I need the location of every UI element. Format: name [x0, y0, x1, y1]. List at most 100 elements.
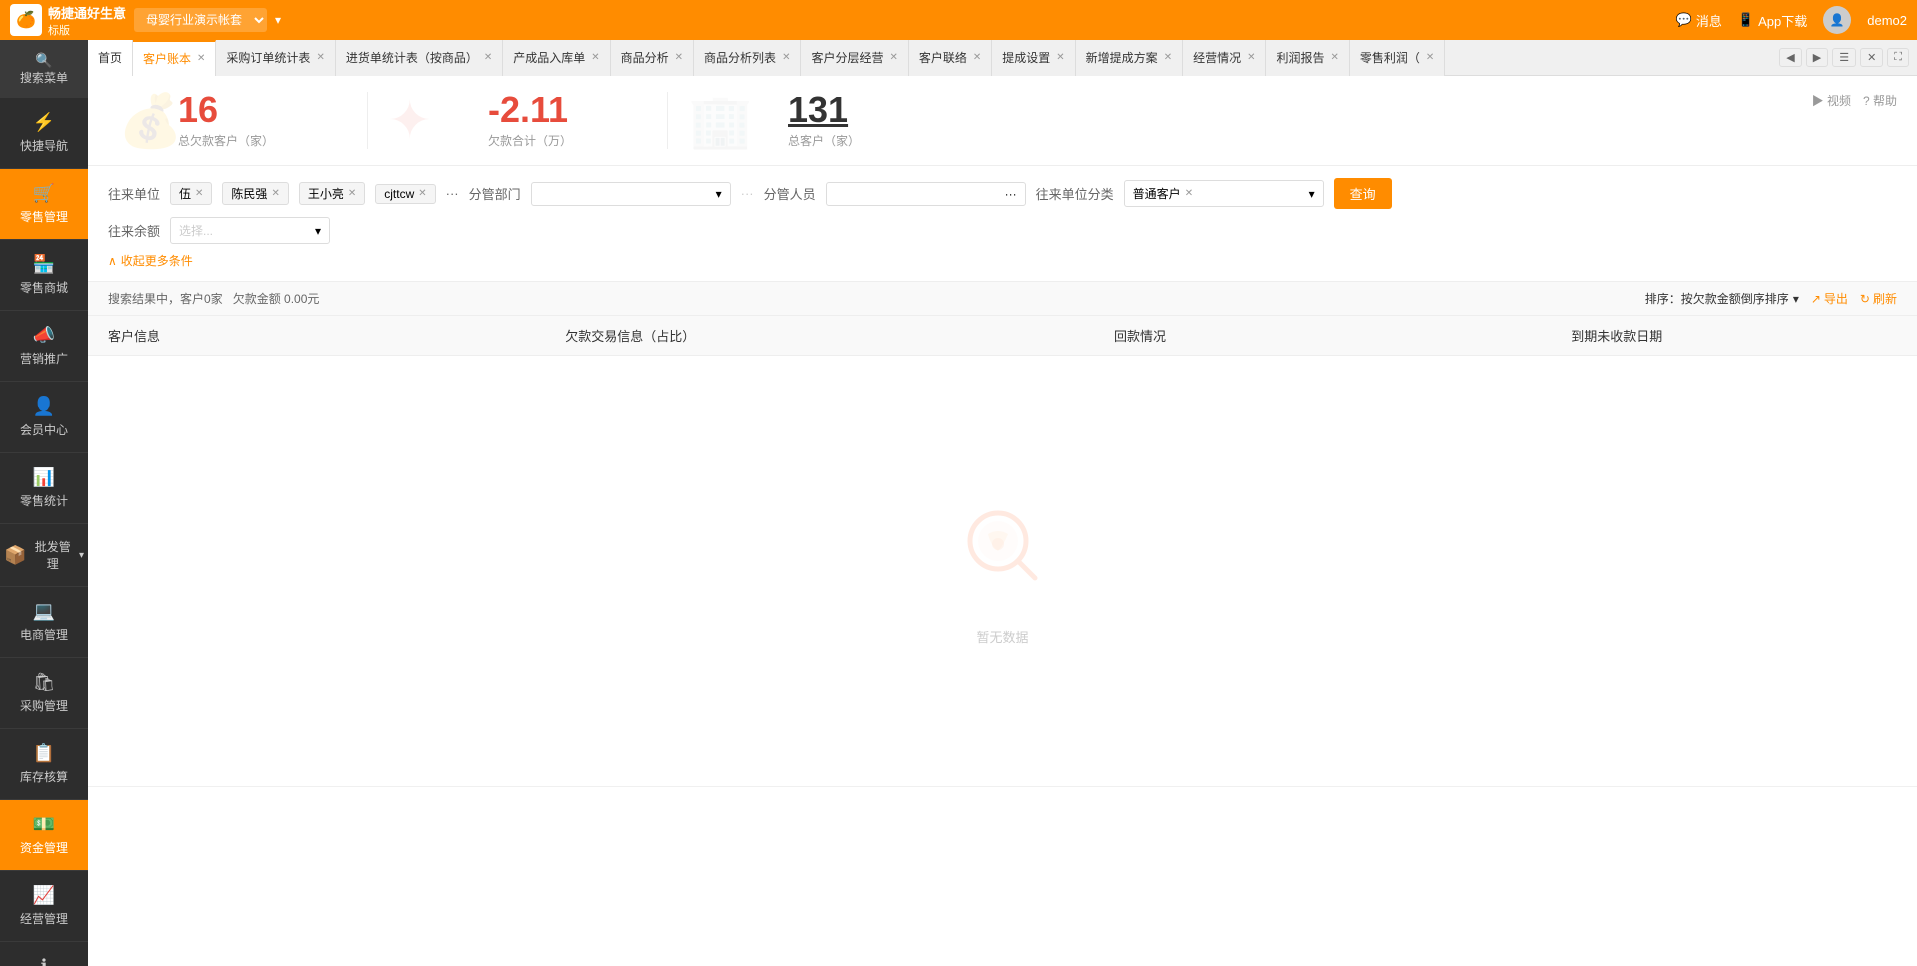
- logo-text: 畅捷通好生意: [48, 3, 126, 22]
- help-btn[interactable]: ? 帮助: [1863, 92, 1897, 109]
- tab-customer-layer[interactable]: 客户分层经营 ✕: [801, 40, 908, 76]
- tab-retail-profit[interactable]: 零售利润（ ✕: [1350, 40, 1445, 76]
- sidebar-item-finance[interactable]: 💵 资金管理: [0, 800, 88, 871]
- stat-block-customers: 💰 16 总欠款客户（家）: [108, 92, 368, 149]
- logo-icon: 🍊: [10, 4, 42, 36]
- unit-class-selector[interactable]: 普通客户 ✕ ▾: [1124, 180, 1324, 207]
- tab-close-purchase-goods[interactable]: ✕: [484, 52, 492, 63]
- tab-purchase-stats[interactable]: 采购订单统计表 ✕: [216, 40, 335, 76]
- filter-tag-chen: 陈民强 ✕: [222, 182, 288, 205]
- stat-label-customers: 总欠款客户（家）: [178, 132, 274, 149]
- sidebar-item-ecommerce[interactable]: 💻 电商管理: [0, 587, 88, 658]
- tag-close-cjttcw[interactable]: ✕: [418, 188, 426, 199]
- stat-value-total: 131: [788, 92, 848, 128]
- marketing-icon: 📣: [33, 325, 55, 346]
- stat-help: ▶ 视频 ? 帮助: [1812, 92, 1897, 109]
- sidebar-item-quick-nav[interactable]: ⚡ 快捷导航: [0, 98, 88, 169]
- tab-customer-ledger[interactable]: 客户账本 ✕: [133, 40, 216, 76]
- results-summary: 搜索结果中，客户0家 欠款金额 0.00元: [108, 290, 319, 307]
- tab-prev-btn[interactable]: ◀: [1779, 48, 1801, 67]
- tab-close-profit-report[interactable]: ✕: [1331, 52, 1339, 63]
- tab-close-add-commission[interactable]: ✕: [1164, 52, 1172, 63]
- balance-selector-arrow: ▾: [315, 224, 321, 238]
- tag-close-chen[interactable]: ✕: [271, 188, 279, 199]
- tag-close-wu[interactable]: ✕: [195, 188, 203, 199]
- tab-next-btn[interactable]: ▶: [1806, 48, 1828, 67]
- balance-selector[interactable]: 选择... ▾: [170, 217, 330, 244]
- col-due-date: 到期未收款日期: [1551, 316, 1917, 356]
- tab-commission-settings[interactable]: 提成设置 ✕: [992, 40, 1075, 76]
- tab-goods-analysis[interactable]: 商品分析 ✕: [611, 40, 694, 76]
- tag-close-normal[interactable]: ✕: [1185, 188, 1193, 199]
- query-button[interactable]: 查询: [1334, 178, 1392, 209]
- table-body: 暂无数据: [88, 356, 1917, 787]
- export-button[interactable]: ↗ 导出: [1811, 290, 1848, 307]
- unit-filter-label: 往来单位: [108, 184, 160, 203]
- operations-icon: 📈: [33, 885, 55, 906]
- purchase-icon: 🛍: [33, 672, 56, 693]
- ecommerce-icon: 💻: [33, 601, 55, 622]
- dept-selector-arrow: ▾: [716, 187, 722, 201]
- sidebar-item-inventory[interactable]: 📋 库存核算: [0, 729, 88, 800]
- logo-area: 🍊 畅捷通好生意 标版: [10, 3, 126, 38]
- wholesale-expand-icon: ▾: [79, 550, 84, 561]
- tab-fullscreen-btn[interactable]: ⛶: [1887, 48, 1909, 67]
- messages-btn[interactable]: 💬 消息: [1676, 11, 1722, 30]
- tab-add-commission[interactable]: 新增提成方案 ✕: [1076, 40, 1183, 76]
- tab-profit-report[interactable]: 利润报告 ✕: [1266, 40, 1349, 76]
- tab-close-goods-analysis[interactable]: ✕: [675, 52, 683, 63]
- retail-stats-icon: 📊: [33, 467, 55, 488]
- tab-menu-btn[interactable]: ☰: [1832, 48, 1856, 67]
- tab-close-all-btn[interactable]: ✕: [1860, 48, 1883, 67]
- dept-filter-label: 分管部门: [469, 184, 521, 203]
- person-selector[interactable]: ···: [826, 182, 1026, 206]
- tab-close-finished-goods[interactable]: ✕: [591, 52, 599, 63]
- sidebar-item-member[interactable]: 👤 会员中心: [0, 382, 88, 453]
- tag-close-wang[interactable]: ✕: [348, 188, 356, 199]
- tab-close-operations[interactable]: ✕: [1247, 52, 1255, 63]
- app-wrapper: 🍊 畅捷通好生意 标版 母婴行业演示帐套 ▾ 💬 消息 📱 App下载 👤 de…: [0, 0, 1917, 966]
- sidebar-item-marketing[interactable]: 📣 营销推广: [0, 311, 88, 382]
- user-name[interactable]: demo2: [1867, 13, 1907, 28]
- unit-class-arrow: ▾: [1309, 187, 1315, 201]
- user-avatar[interactable]: 👤: [1823, 6, 1851, 34]
- sidebar-item-retail[interactable]: 🛒 零售管理: [0, 169, 88, 240]
- tab-close-commission-settings[interactable]: ✕: [1056, 52, 1064, 63]
- tab-close-customer-contact[interactable]: ✕: [973, 52, 981, 63]
- tab-close-customer-ledger[interactable]: ✕: [197, 53, 205, 64]
- video-help-btn[interactable]: ▶ 视频: [1812, 92, 1851, 109]
- tab-close-purchase-stats[interactable]: ✕: [316, 52, 324, 63]
- app-download-btn[interactable]: 📱 App下载: [1738, 11, 1807, 30]
- refresh-button[interactable]: ↻ 刷新: [1860, 290, 1897, 307]
- tab-close-customer-layer[interactable]: ✕: [889, 52, 897, 63]
- sidebar-item-retail-mall[interactable]: 🏪 零售商城: [0, 240, 88, 311]
- tab-close-goods-list[interactable]: ✕: [782, 52, 790, 63]
- stat-value-customers: 16: [178, 92, 218, 128]
- sidebar-item-retail-stats[interactable]: 📊 零售统计: [0, 453, 88, 524]
- collapse-btn[interactable]: ∧ 收起更多条件: [108, 252, 193, 269]
- refresh-icon: ↻: [1860, 292, 1870, 306]
- sort-button[interactable]: 排序：按欠款金额倒序排序 ▾: [1645, 290, 1799, 307]
- sidebar-item-operations[interactable]: 📈 经营管理: [0, 871, 88, 942]
- tab-close-retail-profit[interactable]: ✕: [1426, 52, 1434, 63]
- sidebar-item-wholesale[interactable]: 📦 批发管理 ▾: [0, 524, 88, 587]
- account-selector[interactable]: 母婴行业演示帐套: [134, 8, 267, 32]
- sidebar-item-basic-info[interactable]: ℹ 基础信息: [0, 942, 88, 966]
- filter-tag-wu: 伍 ✕: [170, 182, 212, 205]
- empty-icon: [953, 496, 1053, 615]
- filter-more-tags[interactable]: ···: [446, 186, 459, 201]
- tab-goods-list[interactable]: 商品分析列表 ✕: [694, 40, 801, 76]
- inventory-icon: 📋: [33, 743, 55, 764]
- search-menu[interactable]: 🔍 搜索菜单: [0, 40, 88, 98]
- empty-state: 暂无数据: [108, 436, 1897, 706]
- sidebar-item-purchase[interactable]: 🛍 采购管理: [0, 658, 88, 729]
- tab-customer-contact[interactable]: 客户联络 ✕: [909, 40, 992, 76]
- tab-finished-goods[interactable]: 产成品入库单 ✕: [503, 40, 610, 76]
- tab-purchase-goods[interactable]: 进货单统计表（按商品） ✕: [336, 40, 503, 76]
- sidebar: 🔍 搜索菜单 ⚡ 快捷导航 🛒 零售管理 🏪 零售商城 📣 营销推广 👤: [0, 40, 88, 966]
- tab-home[interactable]: 首页: [88, 40, 133, 76]
- dept-selector[interactable]: ▾: [531, 182, 731, 206]
- tab-operations[interactable]: 经营情况 ✕: [1183, 40, 1266, 76]
- export-icon: ↗: [1811, 292, 1821, 306]
- col-customer-info: 客户信息: [88, 316, 545, 356]
